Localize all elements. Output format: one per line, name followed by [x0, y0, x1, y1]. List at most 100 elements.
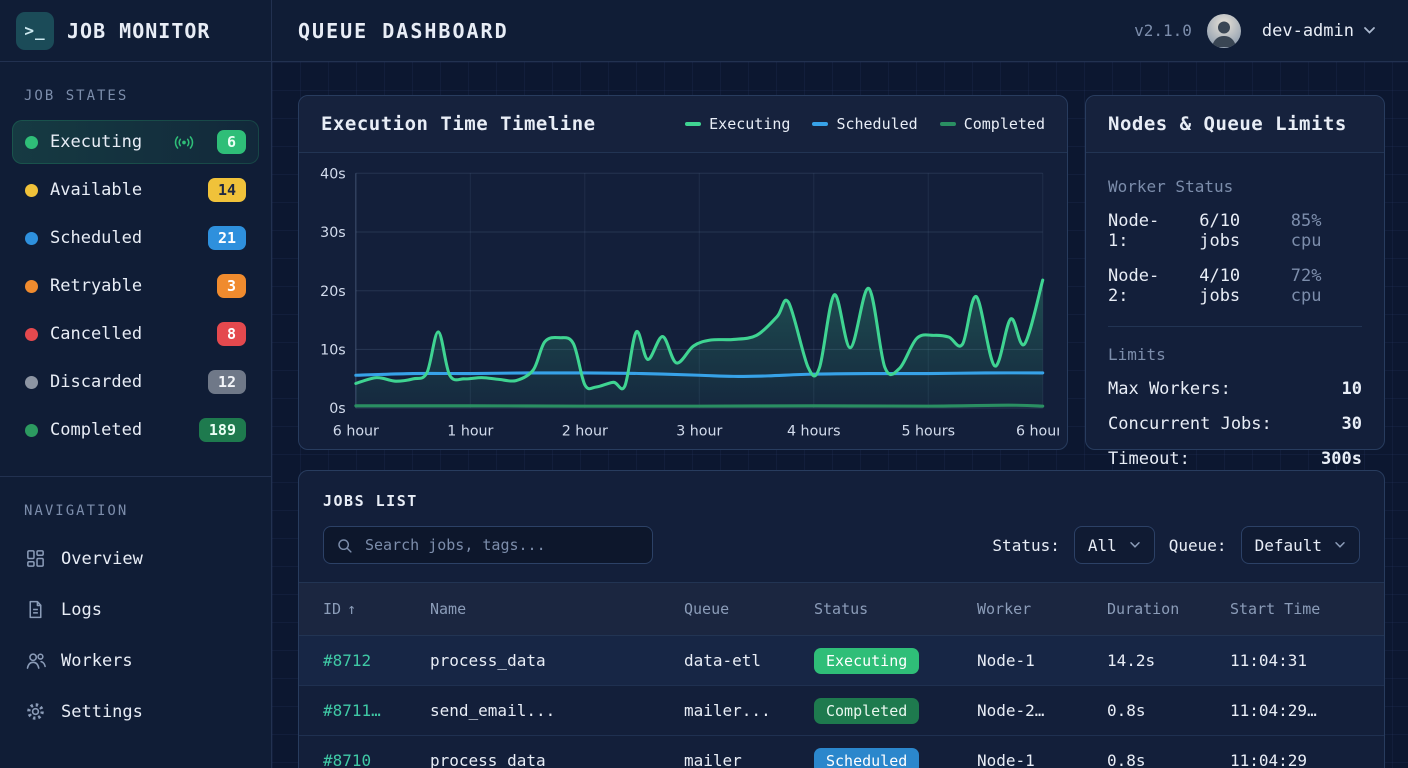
job-worker: Node-2…	[976, 685, 1106, 736]
job-id[interactable]: #8712	[299, 635, 429, 686]
chevron-down-icon	[1364, 27, 1375, 34]
state-dot	[25, 231, 38, 245]
jobs-list-title: JOBS LIST	[323, 492, 418, 510]
sidebar-state-cancelled[interactable]: Cancelled 8	[12, 312, 259, 356]
status-filter-select[interactable]: All	[1073, 526, 1155, 564]
sidebar-state-executing[interactable]: Executing 6	[12, 120, 259, 164]
topbar-right: v2.1.0 dev-admin	[1134, 13, 1382, 48]
svg-text:3 hour: 3 hour	[676, 424, 722, 440]
job-name: process_data	[429, 735, 683, 768]
sidebar: JOB STATES Executing 6 Available 14 Schedule…	[0, 62, 272, 768]
search-input[interactable]	[363, 535, 640, 555]
worker-status-row: Node-2: 4/10 jobs 72% cpu	[1108, 266, 1362, 306]
filters: Status: All Queue: Default	[992, 526, 1360, 564]
state-count-badge: 12	[207, 370, 246, 394]
job-id[interactable]: #8711…	[299, 685, 429, 736]
execution-timeline-panel: Execution Time Timeline Executing Schedul…	[298, 95, 1068, 450]
limit-label: Concurrent Jobs:	[1108, 414, 1272, 434]
worker-status-label: Worker Status	[1108, 177, 1234, 196]
worker-cpu: 85% cpu	[1290, 211, 1322, 251]
state-label: Available	[50, 180, 143, 200]
queue-filter-label: Queue:	[1168, 535, 1227, 555]
svg-text:6 hours: 6 hours	[1016, 424, 1059, 440]
status-badge: Executing	[814, 647, 920, 674]
legend-item-completed: Completed	[939, 115, 1045, 133]
sidebar-state-available[interactable]: Available 14	[12, 168, 259, 212]
search-box[interactable]	[323, 526, 653, 564]
nodes-queue-limits-panel: Nodes & Queue Limits Worker Status Node-…	[1085, 95, 1385, 469]
chart-panel-header: Execution Time Timeline Executing Schedul…	[299, 96, 1067, 153]
nodes-panel-body: Worker Status Node-1: 6/10 jobs 85% cpu Nod…	[1086, 153, 1384, 469]
job-name: send_email...	[429, 685, 683, 736]
sidebar-item-workers[interactable]: Workers	[12, 637, 259, 684]
job-start-time: 11:04:31	[1229, 635, 1384, 686]
limit-label: Timeout:	[1108, 449, 1190, 469]
legend-item-scheduled: Scheduled	[812, 115, 918, 133]
state-dot	[25, 279, 38, 293]
job-start-time: 11:04:29	[1229, 735, 1384, 768]
limit-label: Max Workers:	[1108, 379, 1231, 399]
page-title: QUEUE DASHBOARD	[298, 18, 509, 43]
legend-item-executing: Executing	[685, 115, 790, 133]
state-label: Executing	[50, 132, 143, 152]
chart-legend: Executing Scheduled Completed	[685, 115, 1045, 133]
selected-value: Default	[1254, 535, 1322, 555]
job-id[interactable]: #8710	[299, 735, 429, 768]
column-header-worker[interactable]: Worker	[976, 582, 1106, 636]
limit-row: Concurrent Jobs: 30	[1108, 414, 1362, 434]
topbar: >_ JOB MONITOR QUEUE DASHBOARD v2.1.0 de…	[0, 0, 1408, 62]
workers-icon	[25, 650, 46, 671]
state-label: Discarded	[50, 372, 143, 392]
job-queue: mailer	[683, 735, 813, 768]
worker-cpu: 72% cpu	[1290, 266, 1322, 306]
app-root: >_ JOB MONITOR QUEUE DASHBOARD v2.1.0 de…	[0, 0, 1408, 768]
status-filter-label: Status:	[992, 535, 1060, 555]
job-row-8711[interactable]: #8711… send_email... mailer... Completed Nod…	[299, 685, 1384, 736]
sidebar-item-overview[interactable]: Overview	[12, 535, 259, 582]
svg-text:10s: 10s	[320, 343, 345, 359]
state-label: Cancelled	[50, 324, 143, 344]
avatar[interactable]	[1206, 13, 1241, 48]
svg-text:2 hour: 2 hour	[562, 424, 608, 440]
sidebar-item-settings[interactable]: Settings	[12, 688, 259, 735]
column-header-start-time[interactable]: Start Time	[1229, 582, 1384, 636]
state-count-badge: 21	[207, 226, 246, 250]
jobs-table: ID ↑ Name Queue Status Worker Duration Start Ti…	[299, 582, 1384, 768]
job-duration: 0.8s	[1106, 685, 1229, 736]
column-header-queue[interactable]: Queue	[683, 582, 813, 636]
sidebar-divider	[0, 476, 271, 477]
nav-item-label: Overview	[61, 548, 143, 569]
job-name: process_data	[429, 635, 683, 686]
column-label: Duration	[1107, 600, 1180, 618]
worker-jobs: 4/10 jobs	[1199, 266, 1241, 306]
legend-swatch	[939, 122, 956, 126]
job-row-8712[interactable]: #8712 process_data data-etl Executing Node-1…	[299, 635, 1384, 686]
sort-asc-icon: ↑	[347, 600, 357, 618]
state-count-badge: 189	[198, 418, 246, 442]
sidebar-state-retryable[interactable]: Retryable 3	[12, 264, 259, 308]
column-header-id[interactable]: ID ↑	[299, 582, 429, 636]
job-start-time: 11:04:29…	[1229, 685, 1384, 736]
user-menu[interactable]: dev-admin	[1256, 20, 1382, 42]
sidebar-item-logs[interactable]: Logs	[12, 586, 259, 633]
svg-text:20s: 20s	[320, 284, 345, 300]
worker-name: Node-2:	[1108, 266, 1160, 306]
sidebar-state-completed[interactable]: Completed 189	[12, 408, 259, 452]
legend-swatch	[685, 122, 702, 126]
job-status-cell: Completed	[813, 685, 976, 736]
queue-filter-select[interactable]: Default	[1240, 526, 1360, 564]
worker-jobs: 6/10 jobs	[1199, 211, 1241, 251]
main-content: Execution Time Timeline Executing Schedul…	[272, 62, 1408, 768]
sidebar-state-scheduled[interactable]: Scheduled 21	[12, 216, 259, 260]
topbar-main: QUEUE DASHBOARD v2.1.0 dev-admin	[272, 0, 1408, 61]
column-header-duration[interactable]: Duration	[1106, 582, 1229, 636]
job-row-8710[interactable]: #8710 process_data mailer Scheduled Node-1 0.…	[299, 735, 1384, 768]
navigation-section-label: NAVIGATION	[24, 503, 129, 519]
chevron-down-icon	[1129, 541, 1141, 549]
column-label: Worker	[977, 600, 1032, 618]
state-count-badge: 14	[207, 178, 246, 202]
limit-row: Timeout: 300s	[1108, 449, 1362, 469]
column-header-name[interactable]: Name	[429, 582, 683, 636]
column-header-status[interactable]: Status	[813, 582, 976, 636]
sidebar-state-discarded[interactable]: Discarded 12	[12, 360, 259, 404]
